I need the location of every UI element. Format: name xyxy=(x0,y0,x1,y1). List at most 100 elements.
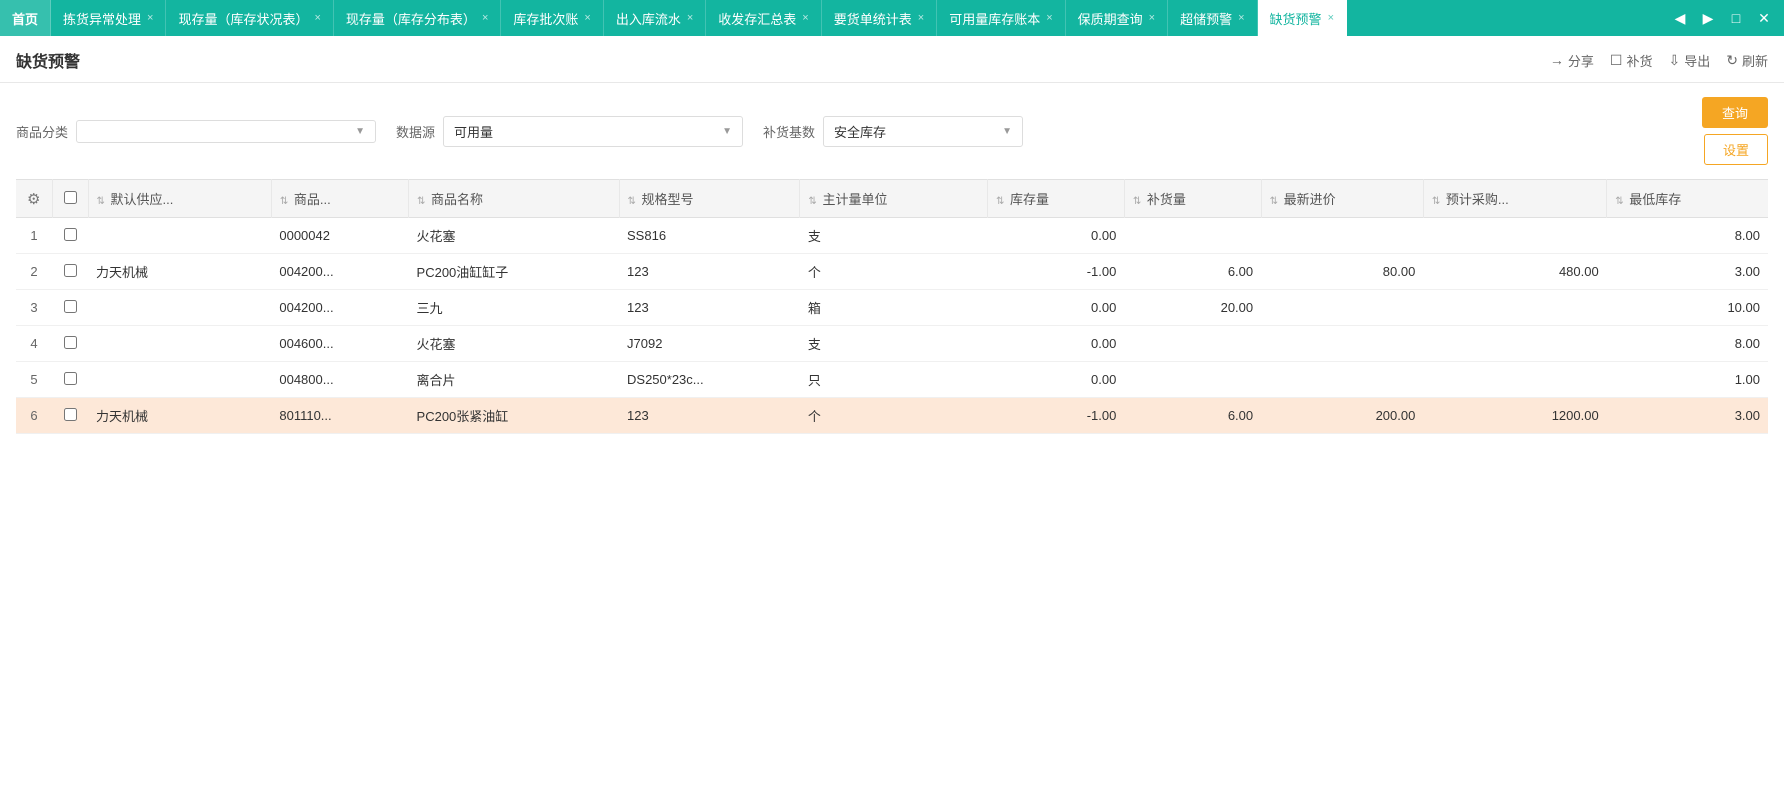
close-tab-5[interactable]: × xyxy=(687,12,693,24)
row-num: 2 xyxy=(16,254,52,290)
close-tab-7[interactable]: × xyxy=(918,12,924,24)
supplier-sort-icon: ⇅ xyxy=(97,196,105,207)
column-product-code[interactable]: ⇅ 商品... xyxy=(271,180,408,218)
tab-home[interactable]: 首页 xyxy=(0,0,51,36)
row-checkbox-cell xyxy=(52,398,88,434)
refresh-button[interactable]: ↻ 刷新 xyxy=(1726,51,1768,70)
close-tab-11[interactable]: × xyxy=(1328,12,1334,24)
row-stock: 0.00 xyxy=(988,290,1125,326)
column-settings-icon[interactable]: ⚙ xyxy=(16,180,52,218)
replenish-select[interactable]: 安全库存 ▼ xyxy=(823,116,1023,147)
tab-10[interactable]: 超储预警 × xyxy=(1168,0,1257,36)
replenish-button[interactable]: ☐ 补货 xyxy=(1610,51,1653,70)
nav-controls: ◀ ▶ □ ✕ xyxy=(1666,4,1784,32)
row-checkbox[interactable] xyxy=(64,408,77,421)
column-min-stock[interactable]: ⇅ 最低库存 xyxy=(1607,180,1768,218)
tab-11[interactable]: 缺货预警 × xyxy=(1258,0,1347,36)
row-supplier xyxy=(88,362,271,398)
row-min-stock: 10.00 xyxy=(1607,290,1768,326)
row-latest-price xyxy=(1261,362,1423,398)
tab-8[interactable]: 可用量库存账本 × xyxy=(937,0,1065,36)
replenish-chevron-icon: ▼ xyxy=(1002,126,1012,137)
close-tab-10[interactable]: × xyxy=(1238,12,1244,24)
row-spec: J7092 xyxy=(619,326,800,362)
row-checkbox[interactable] xyxy=(64,336,77,349)
product-code-sort-icon: ⇅ xyxy=(280,196,288,207)
row-replenish-qty: 6.00 xyxy=(1124,398,1261,434)
column-product-name[interactable]: ⇅ 商品名称 xyxy=(409,180,619,218)
row-stock: 0.00 xyxy=(988,218,1125,254)
table-row: 2 力天机械 004200... PC200油缸缸子 123 个 -1.00 6… xyxy=(16,254,1768,290)
page-container: 缺货预警 → 分享 ☐ 补货 ⇩ 导出 ↻ 刷新 商品分类 xyxy=(0,36,1784,796)
column-latest-price[interactable]: ⇅ 最新进价 xyxy=(1261,180,1423,218)
row-checkbox[interactable] xyxy=(64,228,77,241)
row-spec: SS816 xyxy=(619,218,800,254)
tab-6[interactable]: 收发存汇总表 × xyxy=(706,0,821,36)
export-button[interactable]: ⇩ 导出 xyxy=(1669,51,1711,70)
replenish-qty-sort-icon: ⇅ xyxy=(1133,196,1141,207)
row-checkbox-cell xyxy=(52,326,88,362)
row-min-stock: 3.00 xyxy=(1607,398,1768,434)
tab-1[interactable]: 拣货异常处理 × xyxy=(51,0,166,36)
row-spec: 123 xyxy=(619,290,800,326)
row-num: 5 xyxy=(16,362,52,398)
replenish-filter-group: 补货基数 安全库存 ▼ xyxy=(763,116,1023,147)
row-replenish-qty xyxy=(1124,218,1261,254)
column-spec[interactable]: ⇅ 规格型号 xyxy=(619,180,800,218)
close-tab-1[interactable]: × xyxy=(147,12,153,24)
nav-restore-button[interactable]: □ xyxy=(1722,4,1750,32)
row-checkbox[interactable] xyxy=(64,264,77,277)
row-latest-price xyxy=(1261,326,1423,362)
product-name-sort-icon: ⇅ xyxy=(417,196,425,207)
column-replenish-qty[interactable]: ⇅ 补货量 xyxy=(1124,180,1261,218)
column-supplier[interactable]: ⇅ 默认供应... xyxy=(88,180,271,218)
tab-2[interactable]: 现存量（库存状况表） × xyxy=(166,0,333,36)
row-product-code: 004600... xyxy=(271,326,408,362)
category-chevron-icon: ▼ xyxy=(355,126,365,137)
tab-3[interactable]: 现存量（库存分布表） × xyxy=(334,0,501,36)
category-select[interactable]: ▼ xyxy=(76,120,376,143)
nav-next-button[interactable]: ▶ xyxy=(1694,4,1722,32)
tab-4[interactable]: 库存批次账 × xyxy=(501,0,603,36)
page-title: 缺货预警 xyxy=(16,48,80,72)
row-supplier xyxy=(88,326,271,362)
close-tab-9[interactable]: × xyxy=(1149,12,1155,24)
row-checkbox[interactable] xyxy=(64,300,77,313)
close-tab-2[interactable]: × xyxy=(314,12,320,24)
column-stock[interactable]: ⇅ 库存量 xyxy=(988,180,1125,218)
min-stock-sort-icon: ⇅ xyxy=(1615,196,1623,207)
close-tab-4[interactable]: × xyxy=(584,12,590,24)
tab-9[interactable]: 保质期查询 × xyxy=(1066,0,1168,36)
category-filter-group: 商品分类 ▼ xyxy=(16,120,376,143)
row-min-stock: 1.00 xyxy=(1607,362,1768,398)
select-all-checkbox[interactable] xyxy=(64,191,77,204)
table-body: 1 0000042 火花塞 SS816 支 0.00 8.00 2 力天机械 0… xyxy=(16,218,1768,434)
share-button[interactable]: → 分享 xyxy=(1550,51,1594,70)
row-unit: 支 xyxy=(800,218,988,254)
row-checkbox-cell xyxy=(52,362,88,398)
row-checkbox[interactable] xyxy=(64,372,77,385)
close-tab-3[interactable]: × xyxy=(482,12,488,24)
close-tab-6[interactable]: × xyxy=(802,12,808,24)
row-unit: 只 xyxy=(800,362,988,398)
tab-5[interactable]: 出入库流水 × xyxy=(604,0,706,36)
datasource-select[interactable]: 可用量 ▼ xyxy=(443,116,743,147)
row-num: 1 xyxy=(16,218,52,254)
row-stock: -1.00 xyxy=(988,398,1125,434)
nav-prev-button[interactable]: ◀ xyxy=(1666,4,1694,32)
nav-close-button[interactable]: ✕ xyxy=(1750,4,1778,32)
datasource-value: 可用量 xyxy=(454,122,493,141)
row-unit: 个 xyxy=(800,398,988,434)
query-button[interactable]: 查询 xyxy=(1702,97,1768,128)
row-min-stock: 3.00 xyxy=(1607,254,1768,290)
column-unit[interactable]: ⇅ 主计量单位 xyxy=(800,180,988,218)
header-actions: → 分享 ☐ 补货 ⇩ 导出 ↻ 刷新 xyxy=(1550,51,1768,70)
replenish-icon: ☐ xyxy=(1610,52,1623,69)
column-est-purchase[interactable]: ⇅ 预计采购... xyxy=(1423,180,1606,218)
unit-sort-icon: ⇅ xyxy=(808,196,816,207)
setting-button[interactable]: 设置 xyxy=(1704,134,1768,165)
row-num: 4 xyxy=(16,326,52,362)
close-tab-8[interactable]: × xyxy=(1046,12,1052,24)
row-latest-price: 200.00 xyxy=(1261,398,1423,434)
tab-7[interactable]: 要货单统计表 × xyxy=(822,0,937,36)
